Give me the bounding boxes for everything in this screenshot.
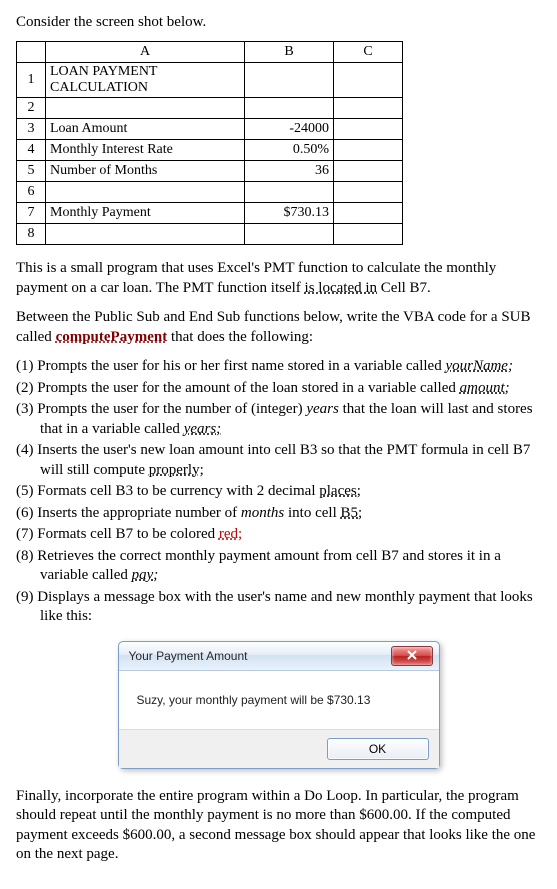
corner-cell xyxy=(17,42,46,63)
cell-b1 xyxy=(245,63,334,98)
step-8: (8) Retrieves the correct monthly paymen… xyxy=(16,547,541,586)
paragraph-1: This is a small program that uses Excel'… xyxy=(16,259,541,298)
col-header-c: C xyxy=(334,42,403,63)
row-num: 2 xyxy=(17,98,46,119)
dialog-body: Suzy, your monthly payment will be $730.… xyxy=(119,671,439,729)
cell-a4: Monthly Interest Rate xyxy=(46,140,245,161)
step-5: (5) Formats cell B3 to be currency with … xyxy=(16,482,541,502)
paragraph-2: Between the Public Sub and End Sub funct… xyxy=(16,308,541,347)
close-icon xyxy=(406,649,418,661)
cell-c3 xyxy=(334,119,403,140)
cell-b5: 36 xyxy=(245,161,334,182)
cell-c8 xyxy=(334,224,403,245)
cell-c1 xyxy=(334,63,403,98)
spreadsheet-table: A B C 1 LOAN PAYMENT CALCULATION 2 3 Loa… xyxy=(16,41,403,245)
step-1: (1) Prompts the user for his or her firs… xyxy=(16,357,541,377)
cell-c7 xyxy=(334,203,403,224)
row-num: 5 xyxy=(17,161,46,182)
cell-a5: Number of Months xyxy=(46,161,245,182)
cell-c6 xyxy=(334,182,403,203)
dialog-titlebar: Your Payment Amount xyxy=(119,642,439,671)
dialog-title: Your Payment Amount xyxy=(129,649,248,663)
step-9: (9) Displays a message box with the user… xyxy=(16,588,541,627)
col-header-b: B xyxy=(245,42,334,63)
step-7: (7) Formats cell B7 to be colored red; xyxy=(16,525,541,545)
cell-b7: $730.13 xyxy=(245,203,334,224)
row-num: 8 xyxy=(17,224,46,245)
close-button[interactable] xyxy=(391,646,433,666)
message-box: Your Payment Amount Suzy, your monthly p… xyxy=(118,641,440,769)
cell-b6 xyxy=(245,182,334,203)
final-paragraph: Finally, incorporate the entire program … xyxy=(16,787,541,865)
cell-b2 xyxy=(245,98,334,119)
row-num: 7 xyxy=(17,203,46,224)
step-4: (4) Inserts the user's new loan amount i… xyxy=(16,441,541,480)
sub-name: computePayment xyxy=(56,329,168,345)
cell-a2 xyxy=(46,98,245,119)
cell-b8 xyxy=(245,224,334,245)
cell-c5 xyxy=(334,161,403,182)
step-2: (2) Prompts the user for the amount of t… xyxy=(16,379,541,399)
ok-button[interactable]: OK xyxy=(327,738,429,760)
row-num: 6 xyxy=(17,182,46,203)
text-underline: is located in xyxy=(305,280,377,296)
cell-c2 xyxy=(334,98,403,119)
row-num: 3 xyxy=(17,119,46,140)
text: Cell B7. xyxy=(377,280,431,296)
cell-b4: 0.50% xyxy=(245,140,334,161)
cell-c4 xyxy=(334,140,403,161)
step-3: (3) Prompts the user for the number of (… xyxy=(16,400,541,439)
steps-list: (1) Prompts the user for his or her firs… xyxy=(16,357,541,627)
cell-a3: Loan Amount xyxy=(46,119,245,140)
text: that does the following: xyxy=(167,329,313,345)
cell-a7: Monthly Payment xyxy=(46,203,245,224)
dialog-footer: OK xyxy=(119,729,439,768)
col-header-a: A xyxy=(46,42,245,63)
cell-b3: -24000 xyxy=(245,119,334,140)
step-6: (6) Inserts the appropriate number of mo… xyxy=(16,504,541,524)
cell-a1: LOAN PAYMENT CALCULATION xyxy=(46,63,245,98)
row-num: 1 xyxy=(17,63,46,98)
intro-text: Consider the screen shot below. xyxy=(16,14,541,31)
row-num: 4 xyxy=(17,140,46,161)
cell-a8 xyxy=(46,224,245,245)
cell-a6 xyxy=(46,182,245,203)
